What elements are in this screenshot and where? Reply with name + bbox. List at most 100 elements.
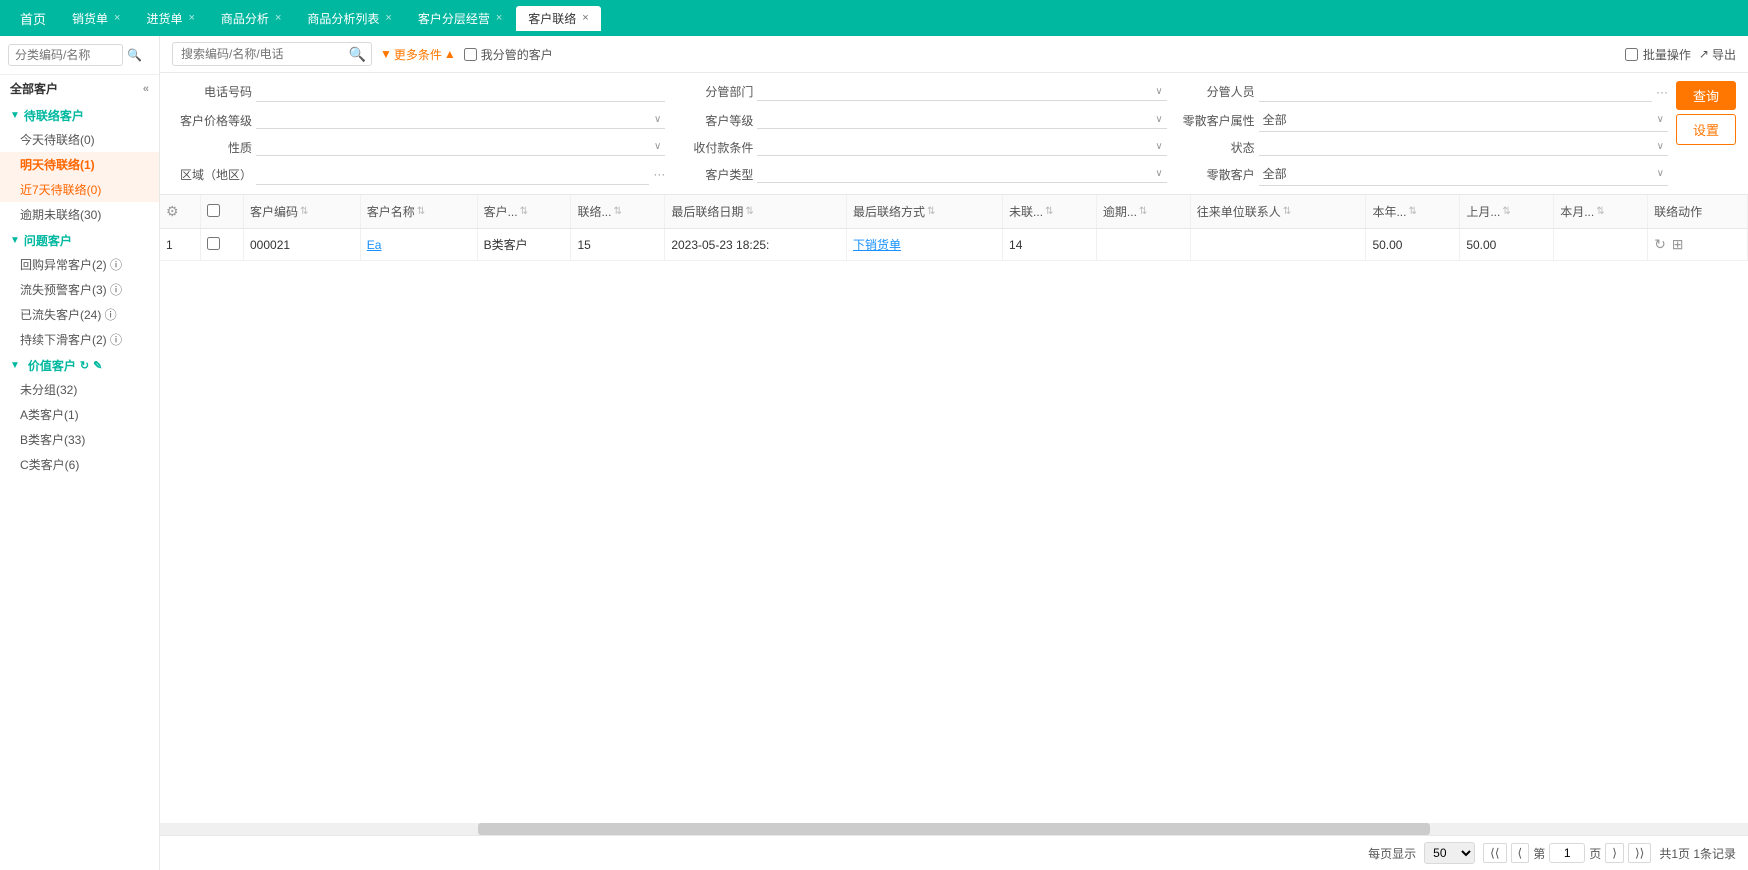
page-number-input[interactable]: [1549, 843, 1585, 863]
more-icon[interactable]: ···: [1656, 85, 1668, 99]
sort-icon[interactable]: ⇅: [1283, 206, 1291, 217]
sort-icon[interactable]: ⇅: [1045, 206, 1053, 217]
col-overdue: 逾期...⇅: [1096, 195, 1190, 229]
sidebar-all-customers[interactable]: 全部客户 «: [0, 75, 159, 102]
more-conditions-button[interactable]: ▼ 更多条件 ▲: [380, 46, 456, 63]
nav-tab-goods-analysis-list[interactable]: 商品分析列表 ×: [295, 6, 403, 31]
col-settings[interactable]: ⚙: [160, 195, 201, 229]
scrollbar-thumb[interactable]: [478, 823, 1431, 835]
sidebar-group-pending-contact[interactable]: ▼ 待联络客户: [0, 102, 159, 127]
sort-icon[interactable]: ⇅: [1596, 206, 1604, 217]
table-header-row: ⚙ 客户编码⇅ 客户名称⇅ 客户...⇅ 联络...⇅ 最后联络日期⇅ 最后联络…: [160, 195, 1748, 229]
query-button[interactable]: 查询: [1676, 81, 1736, 110]
close-icon[interactable]: ×: [582, 12, 588, 24]
sort-icon[interactable]: ⇅: [417, 206, 425, 217]
grid-action-icon[interactable]: ⊞: [1672, 236, 1684, 253]
sidebar-item-repurchase-abnormal[interactable]: 回购异常客户(2) ⓘ: [0, 252, 159, 277]
search-icon[interactable]: 🔍: [127, 48, 142, 62]
sidebar-item-loss-risk[interactable]: 流失预警客户(3) ⓘ: [0, 277, 159, 302]
nav-tab-goods-analysis[interactable]: 商品分析 ×: [209, 6, 293, 31]
sidebar-item-week7[interactable]: 近7天待联络(0): [0, 177, 159, 202]
filter-label-customer-level: 客户等级: [673, 112, 753, 129]
close-icon[interactable]: ×: [385, 12, 391, 24]
sidebar-item-continuous-decrease[interactable]: 持续下滑客户(2) ⓘ: [0, 327, 159, 352]
filter-select-payment[interactable]: ∨: [757, 138, 1166, 156]
horizontal-scrollbar[interactable]: [160, 823, 1748, 835]
filter-select-customer-level[interactable]: ∨: [757, 111, 1166, 129]
sidebar-group-problem-customers[interactable]: ▼ 问题客户: [0, 227, 159, 252]
sort-icon[interactable]: ⇅: [520, 206, 528, 217]
nav-tab-customer-segment[interactable]: 客户分层经营 ×: [406, 6, 514, 31]
filter-select-status[interactable]: ∨: [1259, 138, 1668, 156]
sidebar-item-class-b[interactable]: B类客户(33): [0, 427, 159, 452]
close-icon[interactable]: ×: [188, 12, 194, 24]
row-checkbox[interactable]: [207, 237, 220, 250]
refresh-action-icon[interactable]: ↻: [1654, 236, 1666, 253]
last-contact-method-link[interactable]: 下销货单: [853, 238, 901, 252]
prev-page-button[interactable]: ⟨: [1511, 843, 1530, 863]
sort-icon[interactable]: ⇅: [927, 206, 935, 217]
edit-icon[interactable]: ✎: [93, 359, 102, 372]
next-page-button[interactable]: ⟩: [1605, 843, 1624, 863]
sort-icon[interactable]: ⇅: [1139, 206, 1147, 217]
filter-input-region[interactable]: [256, 164, 649, 185]
sidebar-item-overdue[interactable]: 逾期未联络(30): [0, 202, 159, 227]
close-icon[interactable]: ×: [114, 12, 120, 24]
select-all-checkbox[interactable]: [207, 204, 220, 217]
sidebar-item-tomorrow[interactable]: 明天待联络(1): [0, 152, 159, 177]
col-partner-contact: 往来单位联系人⇅: [1190, 195, 1366, 229]
nav-tab-purchase[interactable]: 进货单 ×: [134, 6, 206, 31]
sidebar-item-class-a[interactable]: A类客户(1): [0, 402, 159, 427]
cell-last-contact-method: 下销货单: [847, 229, 1003, 261]
arrow-icon: ▼: [10, 235, 20, 246]
filter-select-price-level[interactable]: ∨: [256, 111, 665, 129]
sort-icon[interactable]: ⇅: [1408, 206, 1416, 217]
advanced-filter-panel: 电话号码 分管部门 ∨ 分管人员 ···: [160, 73, 1748, 195]
set-button[interactable]: 设置: [1676, 114, 1736, 145]
sort-icon[interactable]: ⇅: [300, 206, 308, 217]
filter-select-retail-customer[interactable]: 全部 ∨: [1259, 162, 1668, 186]
my-customers-checkbox[interactable]: [464, 48, 477, 61]
sidebar-item-unclassified[interactable]: 未分组(32): [0, 377, 159, 402]
close-icon[interactable]: ×: [496, 12, 502, 24]
last-page-button[interactable]: ⟩⟩: [1628, 843, 1651, 863]
nav-tab-sales[interactable]: 销货单 ×: [60, 6, 132, 31]
refresh-icon[interactable]: ↻: [80, 359, 89, 372]
nav-tab-customer-contact[interactable]: 客户联络 ×: [516, 6, 600, 31]
filter-bar-right: 批量操作 ↗ 导出: [1625, 46, 1736, 63]
sidebar-search-input[interactable]: [8, 44, 123, 66]
col-action: 联络动作: [1648, 195, 1748, 229]
col-this-month: 本月...⇅: [1554, 195, 1648, 229]
sidebar-group-value-customers[interactable]: ▼ 价值客户 ↻ ✎: [0, 352, 159, 377]
first-page-button[interactable]: ⟨⟨: [1483, 843, 1506, 863]
sort-icon[interactable]: ⇅: [745, 206, 753, 217]
batch-op-checkbox[interactable]: [1625, 48, 1638, 61]
filter-search-input[interactable]: [172, 42, 372, 66]
grid-settings-icon[interactable]: ⚙: [166, 203, 179, 219]
sidebar-item-lost[interactable]: 已流失客户(24) ⓘ: [0, 302, 159, 327]
filter-search-button[interactable]: 🔍: [349, 46, 366, 63]
chevron-down-icon: ∨: [654, 141, 661, 152]
filter-select-nature[interactable]: ∨: [256, 138, 665, 156]
export-button[interactable]: ↗ 导出: [1699, 46, 1736, 63]
filter-label-retail-attr: 零散客户属性: [1175, 112, 1255, 129]
nav-home[interactable]: 首页: [8, 5, 58, 32]
filter-icon: ▼: [380, 47, 392, 61]
filter-select-retail-attr[interactable]: 全部 ∨: [1259, 108, 1668, 132]
filter-select-dept[interactable]: ∨: [757, 83, 1166, 101]
filter-input-phone[interactable]: [256, 81, 665, 102]
sidebar-item-class-c[interactable]: C类客户(6): [0, 452, 159, 477]
close-icon[interactable]: ×: [275, 12, 281, 24]
my-customers-filter[interactable]: 我分管的客户: [464, 46, 553, 63]
per-page-select[interactable]: 50 100 200: [1424, 842, 1475, 864]
batch-op-button[interactable]: 批量操作: [1625, 46, 1691, 63]
sidebar-item-today[interactable]: 今天待联络(0): [0, 127, 159, 152]
filter-input-person[interactable]: [1259, 81, 1652, 102]
sort-icon[interactable]: ⇅: [1502, 206, 1510, 217]
filter-cell-person: 分管人员 ···: [1175, 81, 1668, 102]
customer-name-link[interactable]: Ea: [367, 238, 382, 252]
filter-cell-customer-level: 客户等级 ∨: [673, 111, 1166, 129]
sort-icon[interactable]: ⇅: [613, 206, 621, 217]
filter-select-customer-type[interactable]: ∨: [757, 165, 1166, 183]
more-icon[interactable]: ···: [653, 167, 665, 181]
